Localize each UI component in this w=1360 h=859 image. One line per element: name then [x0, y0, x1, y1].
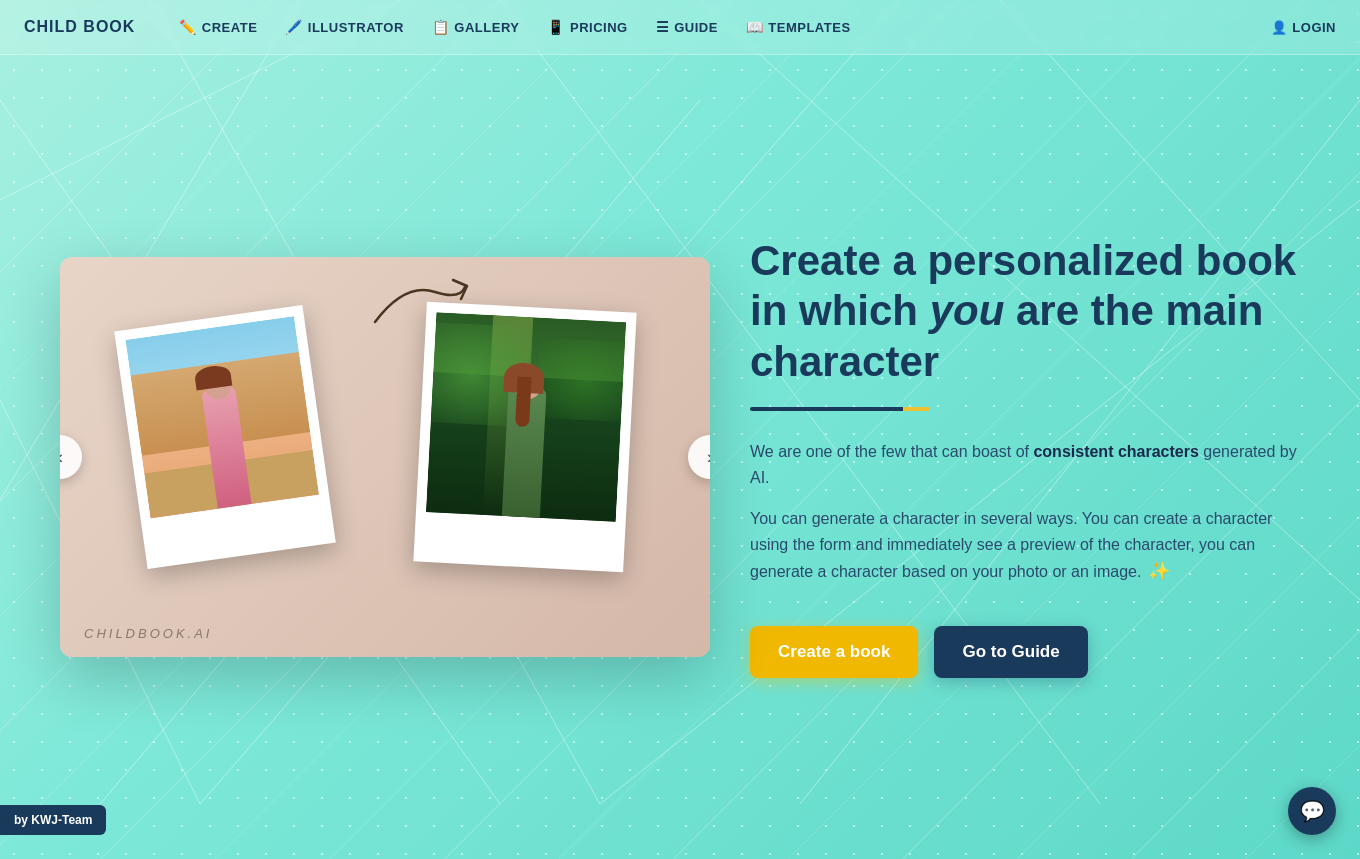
- nav-links: ✏️ CREATE 🖊️ ILLUSTRATOR 📋 GALLERY 📱 PRI…: [167, 13, 1271, 41]
- desc1-bold: consistent characters: [1033, 443, 1198, 460]
- go-to-guide-button[interactable]: Go to Guide: [934, 626, 1087, 678]
- hero-description-1: We are one of the few that can boast of …: [750, 439, 1300, 490]
- nav-link-create[interactable]: ✏️ CREATE: [167, 13, 269, 41]
- nav-link-illustrator-label: ILLUSTRATOR: [308, 20, 404, 35]
- hero-section: ‹ › CHILDBOOK.AI Create a personalized b…: [0, 55, 1360, 859]
- chat-widget[interactable]: 💬: [1288, 787, 1336, 835]
- templates-icon: 📖: [746, 19, 764, 35]
- login-icon: 👤: [1271, 20, 1288, 35]
- sparkle-icon: ✨: [1148, 557, 1170, 586]
- login-button[interactable]: 👤 LOGIN: [1271, 20, 1336, 35]
- nav-link-illustrator[interactable]: 🖊️ ILLUSTRATOR: [273, 13, 416, 41]
- navbar: CHILD BOOK ✏️ CREATE 🖊️ ILLUSTRATOR 📋 GA…: [0, 0, 1360, 55]
- hero-content: Create a personalized book in which you …: [750, 216, 1300, 698]
- create-book-button[interactable]: Create a book: [750, 626, 918, 678]
- illustrator-icon: 🖊️: [285, 19, 303, 35]
- hero-title-italic: you: [930, 287, 1005, 334]
- chat-icon: 💬: [1300, 799, 1325, 823]
- polaroid-before: [114, 305, 336, 569]
- pricing-icon: 📱: [547, 19, 565, 35]
- nav-link-gallery[interactable]: 📋 GALLERY: [420, 13, 532, 41]
- next-icon: ›: [707, 447, 710, 468]
- nav-link-gallery-label: GALLERY: [454, 20, 519, 35]
- arrow-decoration: [365, 272, 485, 332]
- photo-after: [426, 312, 626, 522]
- hero-title: Create a personalized book in which you …: [750, 236, 1300, 387]
- nav-link-pricing[interactable]: 📱 PRICING: [535, 13, 639, 41]
- hero-buttons: Create a book Go to Guide: [750, 626, 1300, 678]
- nav-link-guide-label: GUIDE: [674, 20, 718, 35]
- desc2-text: You can generate a character in several …: [750, 510, 1272, 580]
- prev-icon: ‹: [60, 447, 63, 468]
- nav-link-create-label: CREATE: [202, 20, 257, 35]
- polaroid-after-inner: [425, 312, 626, 542]
- nav-link-templates[interactable]: 📖 TEMPLATES: [734, 13, 863, 41]
- desc1-prefix: We are one of the few that can boast of: [750, 443, 1033, 460]
- hero-description-2: You can generate a character in several …: [750, 506, 1300, 586]
- create-icon: ✏️: [179, 19, 197, 35]
- gallery-icon: 📋: [432, 19, 450, 35]
- nav-link-pricing-label: PRICING: [570, 20, 628, 35]
- watermark-text: CHILDBOOK.AI: [84, 626, 212, 641]
- guide-icon: ☰: [656, 19, 670, 35]
- polaroid-before-inner: [126, 316, 322, 538]
- login-label: LOGIN: [1292, 20, 1336, 35]
- polaroid-after: [413, 302, 636, 573]
- hero-image-panel: ‹ › CHILDBOOK.AI: [60, 257, 710, 657]
- photo-before: [126, 316, 319, 518]
- nav-link-guide[interactable]: ☰ GUIDE: [644, 13, 730, 41]
- nav-logo[interactable]: CHILD BOOK: [24, 18, 135, 36]
- title-underline: [750, 407, 930, 411]
- kwj-badge: by KWJ-Team: [0, 805, 106, 835]
- nav-link-templates-label: TEMPLATES: [768, 20, 850, 35]
